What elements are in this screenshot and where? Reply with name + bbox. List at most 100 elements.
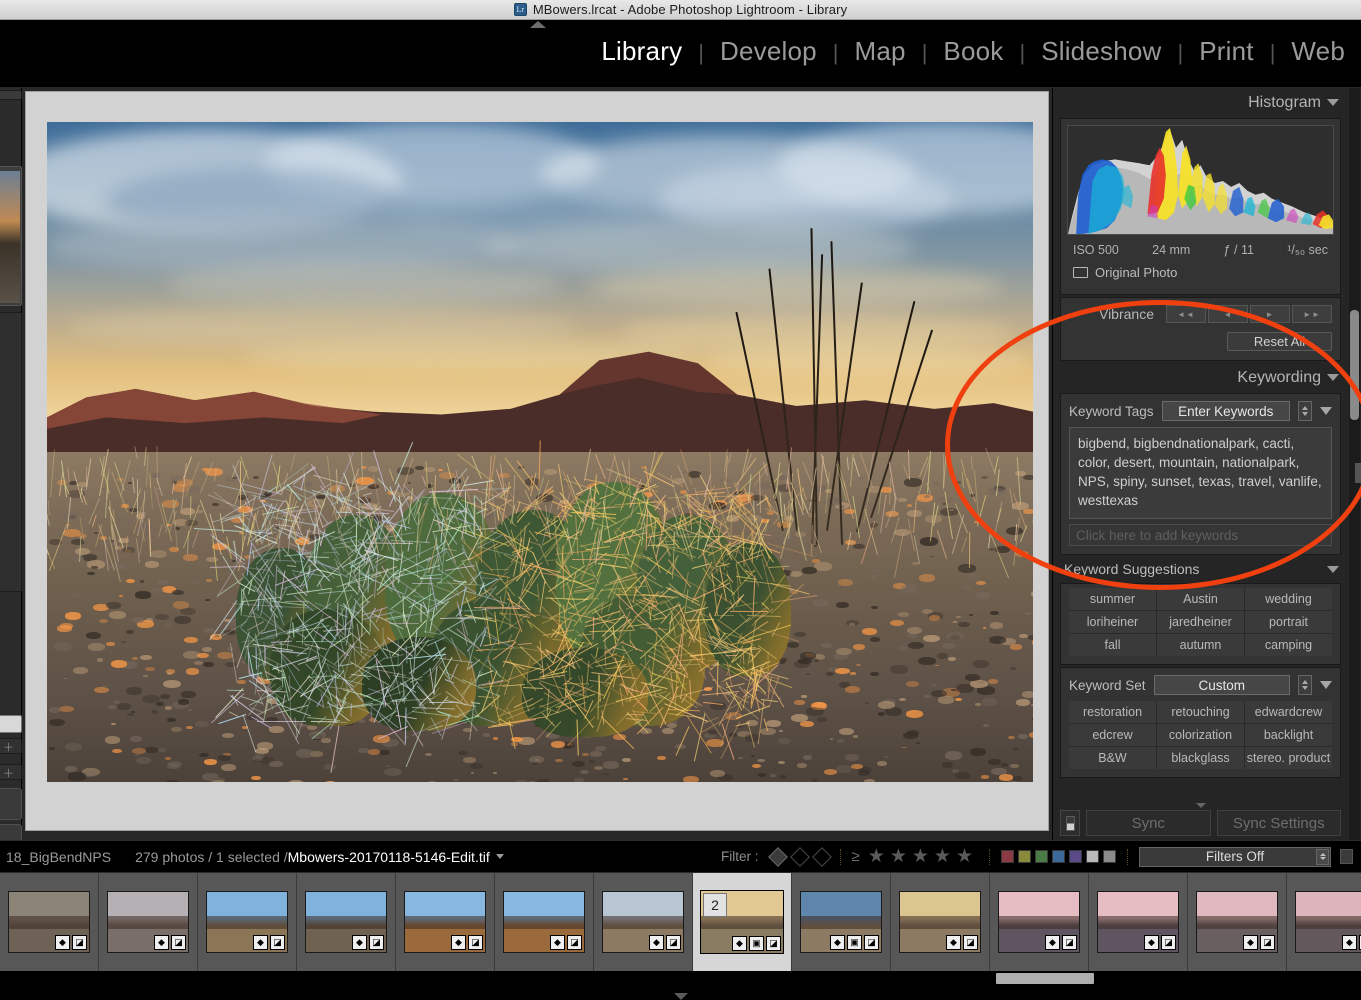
badge-icon-0[interactable]: ◆ bbox=[451, 935, 466, 950]
badge-icon-1[interactable]: ◪ bbox=[666, 935, 681, 950]
keyword-set-stepper[interactable] bbox=[1298, 675, 1312, 695]
filter-preset-select[interactable]: Filters Off bbox=[1139, 846, 1331, 867]
flag-picked-icon[interactable] bbox=[767, 846, 788, 867]
keywording-panel-header[interactable]: Keywording bbox=[1052, 363, 1349, 393]
badge-icon-0[interactable]: ◆ bbox=[1243, 935, 1258, 950]
top-panel-toggle-arrow-icon[interactable] bbox=[530, 21, 546, 28]
keyword-suggestion-1[interactable]: Austin bbox=[1157, 588, 1244, 610]
keyword-tags-mode-select[interactable]: Enter Keywords bbox=[1161, 401, 1290, 421]
badge-icon-2[interactable]: ◪ bbox=[864, 935, 879, 950]
keyword-suggestion-8[interactable]: camping bbox=[1245, 634, 1332, 656]
keyword-set-select[interactable]: Custom bbox=[1153, 675, 1290, 695]
filmstrip-thumbnail-park-entrance-1[interactable]: ◆ ◪ bbox=[404, 891, 486, 953]
keyword-set-item-3[interactable]: edcrew bbox=[1069, 724, 1156, 746]
filmstrip-thumbnail-road-dusk-2[interactable]: ◆◪ bbox=[1295, 891, 1361, 953]
filmstrip-collapse-caret-icon[interactable] bbox=[673, 993, 688, 1000]
filmstrip-thumbnail-mountains-dusk-1[interactable]: ◆ ◪ bbox=[998, 891, 1080, 953]
flag-unflagged-icon[interactable] bbox=[789, 846, 810, 867]
current-filename[interactable]: Mbowers-20170118-5146-Edit.tif bbox=[288, 849, 490, 865]
filmstrip-thumbnail-road-dusk-1[interactable]: ◆ ◪ bbox=[1196, 891, 1278, 953]
filmstrip-thumbnail-mountains-dusk-2[interactable]: ◆ ◪ bbox=[1097, 891, 1179, 953]
keyword-set-item-2[interactable]: edwardcrew bbox=[1245, 701, 1332, 723]
color-label-chip-0[interactable] bbox=[1001, 850, 1014, 863]
keyword-set-item-8[interactable]: stereo. product bbox=[1245, 747, 1332, 769]
chevron-down-icon[interactable] bbox=[1327, 374, 1339, 381]
color-label-chip-1[interactable] bbox=[1018, 850, 1031, 863]
badge-icon-0[interactable]: ◆ bbox=[1045, 935, 1060, 950]
left-panel-row-a[interactable]: ＋ bbox=[0, 738, 22, 754]
navigator-header[interactable] bbox=[0, 90, 22, 100]
module-develop[interactable]: Develop bbox=[704, 36, 833, 67]
color-label-chip-3[interactable] bbox=[1052, 850, 1065, 863]
badge-icon-1[interactable]: ◪ bbox=[369, 935, 384, 950]
badge-icon-0[interactable]: ◆ bbox=[649, 935, 664, 950]
import-button[interactable] bbox=[0, 788, 22, 820]
reset-all-button[interactable]: Reset All bbox=[1227, 332, 1332, 351]
keyword-set-item-0[interactable]: restoration bbox=[1069, 701, 1156, 723]
filmstrip-cell-1[interactable]: ◆ ◪ bbox=[99, 873, 198, 971]
histogram-graph[interactable] bbox=[1067, 125, 1334, 235]
sync-settings-button[interactable]: Sync Settings bbox=[1216, 810, 1341, 836]
chevron-down-icon[interactable] bbox=[1320, 681, 1332, 689]
module-book[interactable]: Book bbox=[927, 36, 1019, 67]
add-keywords-input[interactable]: Click here to add keywords bbox=[1069, 524, 1332, 546]
filmstrip-cell-6[interactable]: ◆ ◪ bbox=[594, 873, 693, 971]
filmstrip-cell-8[interactable]: ◆ ▣ ◪ bbox=[792, 873, 891, 971]
filename-dropdown-icon[interactable] bbox=[495, 854, 504, 859]
keyword-set-item-5[interactable]: backlight bbox=[1245, 724, 1332, 746]
module-web[interactable]: Web bbox=[1275, 36, 1361, 67]
badge-icon-0[interactable]: ◆ bbox=[732, 936, 747, 951]
badge-icon-2[interactable]: ◪ bbox=[766, 936, 781, 951]
flag-rejected-icon[interactable] bbox=[811, 846, 832, 867]
badge-icon-1[interactable]: ◪ bbox=[1062, 935, 1077, 950]
badge-icon-0[interactable]: ◆ bbox=[946, 935, 961, 950]
badge-icon-0[interactable]: ◆ bbox=[1342, 935, 1357, 950]
filmstrip-cell-3[interactable]: ◆ ◪ bbox=[297, 873, 396, 971]
module-map[interactable]: Map bbox=[839, 36, 922, 67]
badge-icon-1[interactable]: ◪ bbox=[270, 935, 285, 950]
right-panel-scrollbar-thumb[interactable] bbox=[1350, 310, 1359, 420]
filmstrip-thumbnail-truck-grille[interactable]: ◆ ◪ bbox=[107, 891, 189, 953]
filmstrip-cell-10[interactable]: ◆ ◪ bbox=[990, 873, 1089, 971]
badge-icon-1[interactable]: ◪ bbox=[1161, 935, 1176, 950]
keyword-suggestion-3[interactable]: loriheiner bbox=[1069, 611, 1156, 633]
filmstrip-cell-4[interactable]: ◆ ◪ bbox=[396, 873, 495, 971]
filter-preset-stepper[interactable] bbox=[1316, 848, 1329, 865]
filmstrip-cell-9[interactable]: ◆ ◪ bbox=[891, 873, 990, 971]
filmstrip-thumbnail-ocotillo-sunset-a[interactable]: ◆ ▣ ◪ 2 bbox=[700, 890, 784, 954]
stack-count-badge[interactable]: 2 bbox=[703, 893, 727, 917]
auto-sync-toggle[interactable] bbox=[1060, 810, 1080, 836]
star-icon-3[interactable]: ★ bbox=[912, 846, 929, 867]
color-label-chip-6[interactable] bbox=[1103, 850, 1116, 863]
keyword-tags-stepper[interactable] bbox=[1298, 401, 1312, 421]
filmstrip-cell-7[interactable]: ◆ ▣ ◪ 2 bbox=[693, 873, 792, 971]
keyword-set-item-7[interactable]: blackglass bbox=[1157, 747, 1244, 769]
filter-lock-button[interactable] bbox=[1340, 849, 1353, 864]
star-icon-5[interactable]: ★ bbox=[956, 846, 973, 867]
badge-icon-0[interactable]: ◆ bbox=[55, 935, 70, 950]
sync-button[interactable]: Sync bbox=[1086, 810, 1211, 836]
badge-icon-1[interactable]: ◪ bbox=[567, 935, 582, 950]
vibrance-increase-button[interactable]: ► bbox=[1250, 305, 1290, 323]
histogram-panel-header[interactable]: Histogram bbox=[1052, 88, 1349, 118]
star-icon-1[interactable]: ★ bbox=[868, 846, 885, 867]
left-panel-strip[interactable]: ＋ ＋ bbox=[0, 88, 22, 898]
keyword-suggestion-0[interactable]: summer bbox=[1069, 588, 1156, 610]
keyword-suggestion-2[interactable]: wedding bbox=[1245, 588, 1332, 610]
color-label-chip-4[interactable] bbox=[1069, 850, 1082, 863]
badge-icon-0[interactable]: ◆ bbox=[830, 935, 845, 950]
badge-icon-0[interactable]: ◆ bbox=[1144, 935, 1159, 950]
keyword-suggestion-6[interactable]: fall bbox=[1069, 634, 1156, 656]
keyword-suggestion-4[interactable]: jaredheiner bbox=[1157, 611, 1244, 633]
badge-icon-1[interactable]: ▣ bbox=[847, 935, 862, 950]
filmstrip-cell-11[interactable]: ◆ ◪ bbox=[1089, 873, 1188, 971]
rating-stars[interactable]: ★ ★ ★ ★ ★ bbox=[868, 847, 978, 867]
color-label-chip-2[interactable] bbox=[1035, 850, 1048, 863]
chevron-down-icon[interactable] bbox=[1320, 407, 1332, 415]
badge-icon-0[interactable]: ◆ bbox=[352, 935, 367, 950]
keyword-suggestion-7[interactable]: autumn bbox=[1157, 634, 1244, 656]
badge-icon-0[interactable]: ◆ bbox=[550, 935, 565, 950]
rating-operator[interactable]: ≥ bbox=[852, 848, 860, 865]
keyword-set-item-6[interactable]: B&W bbox=[1069, 747, 1156, 769]
catalog-folders-section[interactable] bbox=[0, 312, 22, 592]
